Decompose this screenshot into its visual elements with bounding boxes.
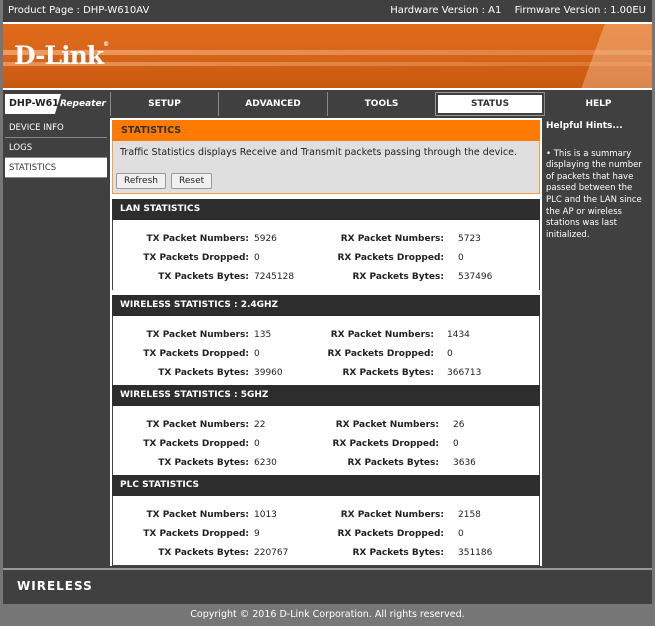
section-title: WIRELESS STATISTICS : 5GHZ [112, 385, 540, 406]
tx-dropped-label: TX Packets Dropped: [143, 253, 249, 263]
rx-bytes-value: 366713 [447, 368, 482, 378]
refresh-button[interactable]: Refresh [116, 173, 166, 189]
tx-bytes-label: TX Packets Bytes: [158, 548, 249, 558]
sidebar-item-statistics[interactable]: STATISTICS [5, 158, 107, 178]
section-title: LAN STATISTICS [112, 199, 540, 220]
tx-bytes-label: TX Packets Bytes: [158, 272, 249, 282]
tx-numbers-value: 1013 [254, 510, 277, 520]
rx-numbers-label: RX Packet Numbers: [330, 330, 434, 340]
sidebar-item-device-info[interactable]: DEVICE INFO [5, 118, 107, 138]
tx-numbers-value: 5926 [254, 234, 277, 244]
main-nav: DHP-W610AV Repeater SETUP ADVANCED TOOLS… [3, 92, 652, 116]
rx-numbers-value: 1434 [447, 330, 470, 340]
tab-tools[interactable]: TOOLS [327, 92, 435, 116]
tx-bytes-value: 39960 [254, 368, 283, 378]
rx-bytes-label: RX Packets Bytes: [352, 548, 445, 558]
tx-numbers-label: TX Packet Numbers: [146, 510, 249, 520]
tx-dropped-label: TX Packets Dropped: [143, 529, 249, 539]
rx-numbers-label: RX Packet Numbers: [340, 234, 444, 244]
statistics-title: STATISTICS [112, 120, 540, 141]
section-title: WIRELESS STATISTICS : 2.4GHZ [112, 295, 540, 316]
rx-numbers-label: RX Packet Numbers: [340, 510, 444, 520]
statistics-description: Traffic Statistics displays Receive and … [120, 147, 517, 158]
rx-dropped-value: 0 [453, 439, 459, 449]
helpful-hints: Helpful Hints... • This is a summary dis… [544, 118, 652, 566]
rx-dropped-label: RX Packets Dropped: [327, 349, 434, 359]
tx-dropped-value: 0 [254, 439, 260, 449]
rx-numbers-value: 2158 [458, 510, 481, 520]
tx-dropped-value: 0 [254, 349, 260, 359]
tx-numbers-label: TX Packet Numbers: [146, 330, 249, 340]
tx-numbers-label: TX Packet Numbers: [146, 234, 249, 244]
hardware-version: Hardware Version : A1 [390, 5, 502, 16]
tx-bytes-value: 7245128 [254, 272, 295, 282]
tx-bytes-value: 6230 [254, 458, 277, 468]
model-badge: DHP-W610AV Repeater [5, 94, 108, 114]
tx-numbers-value: 135 [254, 330, 272, 340]
rx-bytes-label: RX Packets Bytes: [342, 368, 435, 378]
wireless-5ghz-statistics: WIRELESS STATISTICS : 5GHZ TX Packet Num… [112, 385, 540, 476]
tx-dropped-label: TX Packets Dropped: [143, 349, 249, 359]
footer-band: WIRELESS [3, 568, 652, 604]
tab-status[interactable]: STATUS [435, 92, 545, 116]
tx-dropped-label: TX Packets Dropped: [143, 439, 249, 449]
tx-dropped-value: 9 [254, 529, 260, 539]
wireless-logo: WIRELESS [17, 579, 93, 593]
sidebar-item-logs[interactable]: LOGS [5, 138, 107, 158]
rx-dropped-label: RX Packets Dropped: [337, 529, 444, 539]
wireless-24ghz-statistics: WIRELESS STATISTICS : 2.4GHZ TX Packet N… [112, 295, 540, 386]
tx-dropped-value: 0 [254, 253, 260, 263]
hints-text: • This is a summary displaying the numbe… [546, 148, 642, 240]
statistics-intro: Traffic Statistics displays Receive and … [112, 141, 540, 194]
hints-title: Helpful Hints... [546, 121, 623, 131]
rx-bytes-value: 3636 [453, 458, 476, 468]
lan-statistics: LAN STATISTICS TX Packet Numbers: 5926 RX … [112, 199, 540, 290]
tab-advanced[interactable]: ADVANCED [218, 92, 327, 116]
tab-setup[interactable]: SETUP [110, 92, 218, 116]
rx-dropped-value: 0 [447, 349, 453, 359]
rx-bytes-value: 537496 [458, 272, 493, 282]
product-page-label: Product Page : DHP-W610AV [8, 5, 150, 16]
section-title: PLC STATISTICS [112, 475, 540, 496]
rx-bytes-value: 351186 [458, 548, 493, 558]
top-bar: Product Page : DHP-W610AV Hardware Versi… [3, 0, 652, 22]
reset-button[interactable]: Reset [171, 173, 213, 189]
model-mode: Repeater [54, 94, 108, 114]
firmware-version: Firmware Version : 1.00EU [514, 5, 646, 16]
tx-bytes-value: 220767 [254, 548, 289, 558]
tx-numbers-value: 22 [254, 420, 266, 430]
rx-numbers-value: 26 [453, 420, 465, 430]
tx-numbers-label: TX Packet Numbers: [146, 420, 249, 430]
main-content: STATISTICS Traffic Statistics displays R… [110, 118, 542, 566]
rx-dropped-label: RX Packets Dropped: [337, 253, 444, 263]
dlink-logo: D-Link® [14, 41, 109, 70]
rx-dropped-value: 0 [458, 529, 464, 539]
tx-bytes-label: TX Packets Bytes: [158, 458, 249, 468]
rx-bytes-label: RX Packets Bytes: [352, 272, 445, 282]
rx-dropped-label: RX Packets Dropped: [332, 439, 439, 449]
tx-bytes-label: TX Packets Bytes: [158, 368, 249, 378]
rx-bytes-label: RX Packets Bytes: [347, 458, 440, 468]
plc-statistics: PLC STATISTICS TX Packet Numbers: 1013 RX … [112, 475, 540, 566]
rx-numbers-value: 5723 [458, 234, 481, 244]
copyright: Copyright © 2016 D-Link Corporation. All… [190, 609, 465, 620]
header-banner: D-Link® [3, 22, 652, 90]
rx-numbers-label: RX Packet Numbers: [335, 420, 439, 430]
sidebar: DEVICE INFO LOGS STATISTICS [5, 118, 107, 178]
tab-help[interactable]: HELP [544, 92, 652, 116]
rx-dropped-value: 0 [458, 253, 464, 263]
